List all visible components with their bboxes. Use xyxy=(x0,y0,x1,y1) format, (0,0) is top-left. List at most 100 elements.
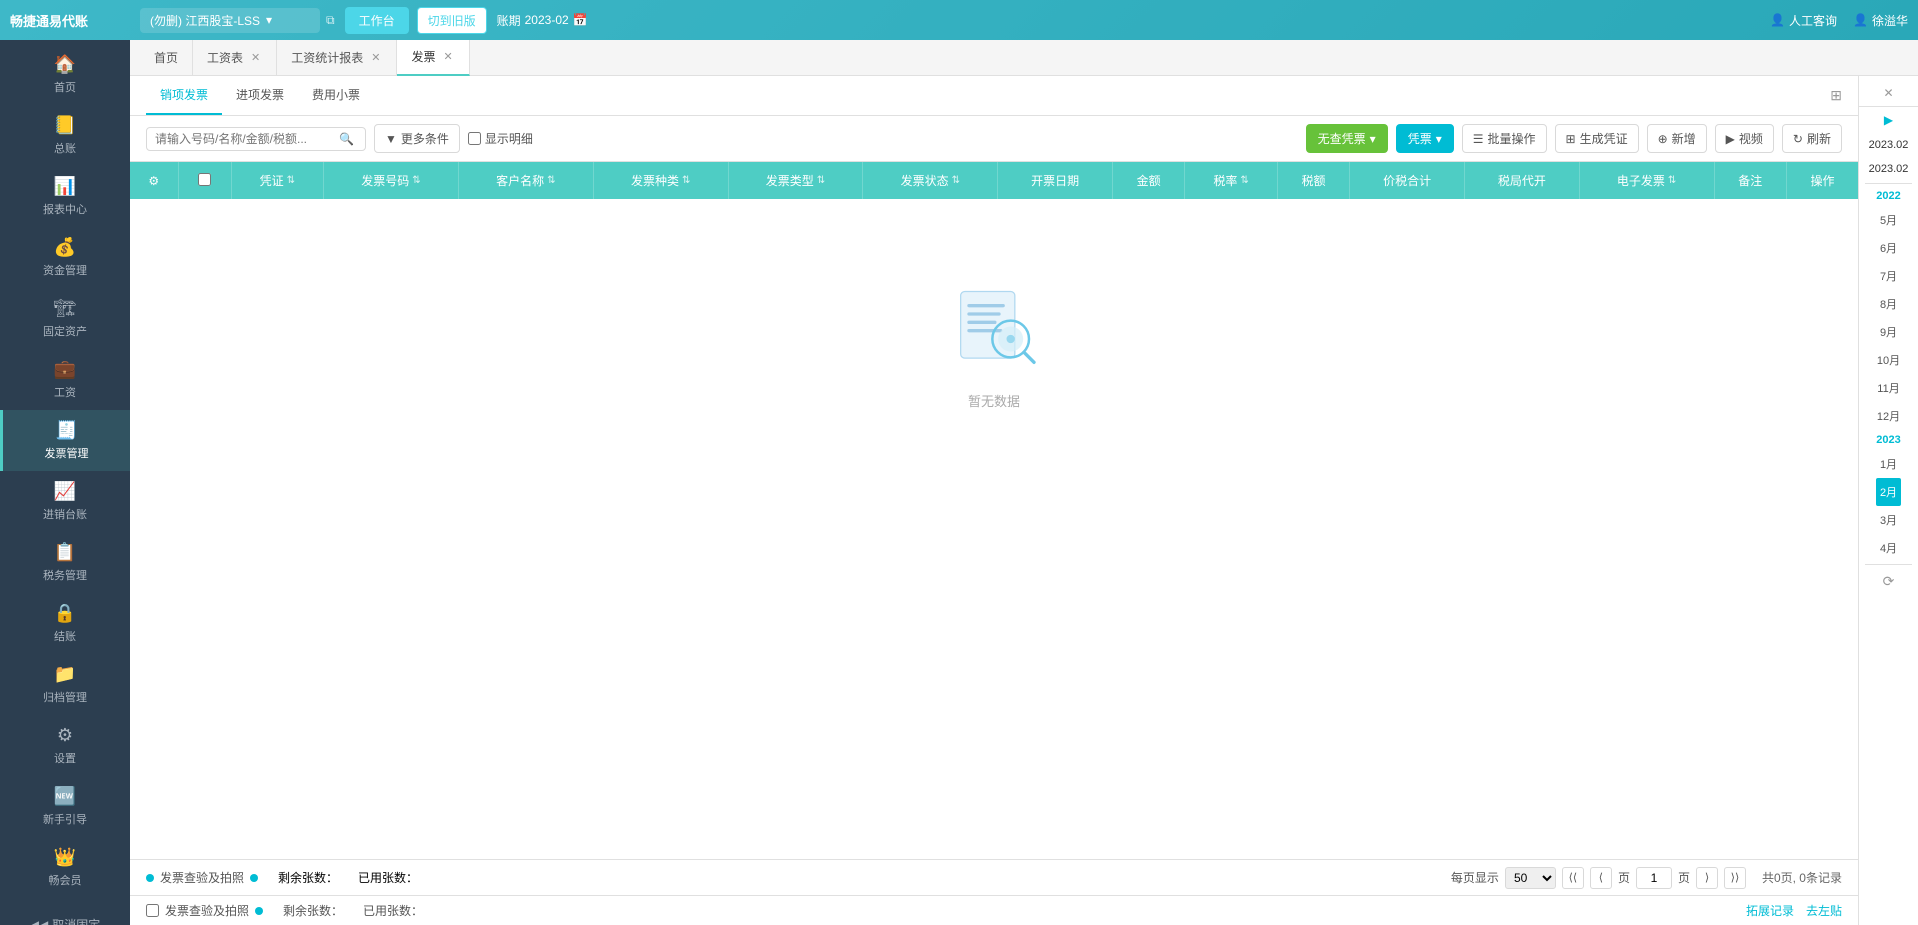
batch-op-button[interactable]: ☰ 批量操作 xyxy=(1462,124,1547,153)
month-2023-2[interactable]: 2月 xyxy=(1876,478,1901,506)
new-button[interactable]: ⊕ 新增 xyxy=(1647,124,1707,153)
table-wrap: ⚙ 凭证⇅ 发票号码⇅ 客户名称⇅ 发票种类⇅ 发票类型⇅ 发票状态⇅ 开票日期… xyxy=(130,162,1858,859)
month-2022-5[interactable]: 5月 xyxy=(1876,206,1901,234)
month-2022-9[interactable]: 9月 xyxy=(1876,318,1901,346)
tab-salary-close[interactable]: ✕ xyxy=(249,50,262,65)
member-icon: 👑 xyxy=(54,847,76,868)
sidebar-item-home[interactable]: 🏠 首页 xyxy=(0,44,130,105)
th-e-invoice[interactable]: 电子发票⇅ xyxy=(1579,162,1714,199)
sub-tab-sales[interactable]: 销项发票 xyxy=(146,76,222,115)
sub-tab-expense[interactable]: 费用小票 xyxy=(298,76,374,115)
status-bar: 发票查验及拍照 剩余张数： 已用张数： 拓展记录 去左贴 xyxy=(130,895,1858,925)
next-page-btn[interactable]: ⟩ xyxy=(1696,867,1718,889)
add-record-link[interactable]: 拓展记录 xyxy=(1746,902,1794,919)
month-2022-11[interactable]: 11月 xyxy=(1873,374,1903,402)
month-2022-10[interactable]: 10月 xyxy=(1873,346,1904,374)
show-detail-input[interactable] xyxy=(468,132,481,145)
first-page-btn[interactable]: ⟨⟨ xyxy=(1562,867,1584,889)
sidebar-item-salary[interactable]: 💼 工资 xyxy=(0,349,130,410)
sidebar-item-ledger[interactable]: 📒 总账 xyxy=(0,105,130,166)
search-input[interactable] xyxy=(155,132,335,146)
tab-salary-stats[interactable]: 工资统计报表 ✕ xyxy=(277,40,397,76)
month-2023-1[interactable]: 1月 xyxy=(1876,450,1901,478)
home-icon: 🏠 xyxy=(54,54,76,75)
sidebar-item-invoice[interactable]: 🧾 发票管理 xyxy=(0,410,130,471)
calendar-icon[interactable]: 📅 xyxy=(573,13,588,27)
toolbar: 🔍 ▼ 更多条件 显示明细 无查凭票 ▾ xyxy=(130,116,1858,162)
period-value: 2023-02 xyxy=(525,13,569,27)
status-checkbox[interactable] xyxy=(146,904,159,917)
tab-home[interactable]: 首页 xyxy=(140,40,193,76)
month-2022-7[interactable]: 7月 xyxy=(1876,262,1901,290)
sidebar-item-reports[interactable]: 📊 报表中心 xyxy=(0,166,130,227)
th-tax-code[interactable]: 税局代开 xyxy=(1464,162,1579,199)
th-checkbox[interactable] xyxy=(178,162,231,199)
th-action[interactable]: 操作 xyxy=(1786,162,1858,199)
th-invoice-type[interactable]: 发票种类⇅ xyxy=(593,162,728,199)
month-2022-8[interactable]: 8月 xyxy=(1876,290,1901,318)
sub-tab-purchase[interactable]: 进项发票 xyxy=(222,76,298,115)
username: 徐溢华 xyxy=(1872,12,1908,29)
sidebar-item-funds[interactable]: 💰 资金管理 xyxy=(0,227,130,288)
status-check: 发票查验及拍照 xyxy=(146,902,263,919)
grid-view-icon[interactable]: ⊞ xyxy=(1830,87,1842,104)
th-amount[interactable]: 金额 xyxy=(1112,162,1184,199)
sidebar-label-tax: 税务管理 xyxy=(43,567,87,583)
sidebar-item-archive[interactable]: 📁 归档管理 xyxy=(0,654,130,715)
sidebar-item-sales[interactable]: 📈 进销台账 xyxy=(0,471,130,532)
date-quick-1[interactable]: 2023.02 xyxy=(1865,133,1913,157)
date-quick-2[interactable]: 2023.02 xyxy=(1865,157,1913,181)
tab-invoice-close[interactable]: ✕ xyxy=(442,49,455,64)
voucher-button[interactable]: 凭票 ▾ xyxy=(1396,124,1454,153)
date-sidebar-scroll[interactable]: ⟳ xyxy=(1883,567,1895,596)
sidebar-item-close[interactable]: 🔒 结账 xyxy=(0,593,130,654)
company-selector[interactable]: (勿删) 江西股宝-LSS ▾ xyxy=(140,8,320,33)
th-customer[interactable]: 客户名称⇅ xyxy=(458,162,593,199)
generate-voucher-button[interactable]: ⊞ 生成凭证 xyxy=(1555,124,1639,153)
th-invoice-no[interactable]: 发票号码⇅ xyxy=(324,162,459,199)
th-invoice-status[interactable]: 发票状态⇅ xyxy=(863,162,998,199)
sidebar-item-fixed-assets[interactable]: 🏗 固定资产 xyxy=(0,288,130,349)
sidebar-item-settings[interactable]: ⚙ 设置 xyxy=(0,715,130,776)
show-detail-checkbox[interactable]: 显示明细 xyxy=(468,130,533,147)
total-info: 共0页, 0条记录 xyxy=(1762,869,1842,886)
tab-salary[interactable]: 工资表 ✕ xyxy=(193,40,277,76)
th-voucher[interactable]: 凭证⇅ xyxy=(231,162,323,199)
th-tax[interactable]: 税额 xyxy=(1277,162,1349,199)
no-voucher-button[interactable]: 无查凭票 ▾ xyxy=(1306,124,1388,153)
go-right-link[interactable]: 去左贴 xyxy=(1806,902,1842,919)
date-sidebar-close[interactable]: ✕ xyxy=(1859,80,1918,107)
select-all-checkbox[interactable] xyxy=(198,173,211,186)
workbench-button[interactable]: 工作台 xyxy=(345,7,409,34)
refresh-button[interactable]: ↻ 刷新 xyxy=(1782,124,1842,153)
prev-page-btn[interactable]: ⟨ xyxy=(1590,867,1612,889)
month-2022-12[interactable]: 12月 xyxy=(1873,402,1904,430)
sidebar-item-tax[interactable]: 📋 税务管理 xyxy=(0,532,130,593)
switch-old-version-button[interactable]: 切到旧版 xyxy=(417,7,487,34)
tab-salary-stats-close[interactable]: ✕ xyxy=(369,50,382,65)
month-2023-4[interactable]: 4月 xyxy=(1876,534,1901,562)
filter-button[interactable]: ▼ 更多条件 xyxy=(374,124,460,153)
video-button[interactable]: ▶ 视频 xyxy=(1715,124,1774,153)
tab-invoice[interactable]: 发票 ✕ xyxy=(397,40,469,76)
th-open-date[interactable]: 开票日期 xyxy=(998,162,1113,199)
top-bar: 畅捷通易代账 (勿删) 江西股宝-LSS ▾ ⧉ 工作台 切到旧版 账期 202… xyxy=(0,0,1918,40)
user-item[interactable]: 👤 徐溢华 xyxy=(1853,12,1908,29)
th-total[interactable]: 价税合计 xyxy=(1350,162,1465,199)
th-invoice-category[interactable]: 发票类型⇅ xyxy=(728,162,863,199)
copy-icon[interactable]: ⧉ xyxy=(326,13,335,28)
per-page-select[interactable]: 50 100 200 xyxy=(1505,867,1556,889)
sidebar-item-member[interactable]: 👑 畅会员 xyxy=(0,837,130,898)
month-2023-3[interactable]: 3月 xyxy=(1876,506,1901,534)
last-page-btn[interactable]: ⟩⟩ xyxy=(1724,867,1746,889)
month-2022-6[interactable]: 6月 xyxy=(1876,234,1901,262)
th-tax-rate[interactable]: 税率⇅ xyxy=(1185,162,1277,199)
th-settings[interactable]: ⚙ xyxy=(130,162,178,199)
search-icon[interactable]: 🔍 xyxy=(339,132,354,146)
sidebar-item-guide[interactable]: 🆕 新手引导 xyxy=(0,776,130,837)
th-remark[interactable]: 备注 xyxy=(1714,162,1786,199)
service-item[interactable]: 👤 人工客询 xyxy=(1770,12,1837,29)
sales-icon: 📈 xyxy=(54,481,76,502)
sidebar-collapse-btn[interactable]: ◀◀ 取消固定 xyxy=(0,908,130,925)
page-input[interactable] xyxy=(1636,867,1672,889)
